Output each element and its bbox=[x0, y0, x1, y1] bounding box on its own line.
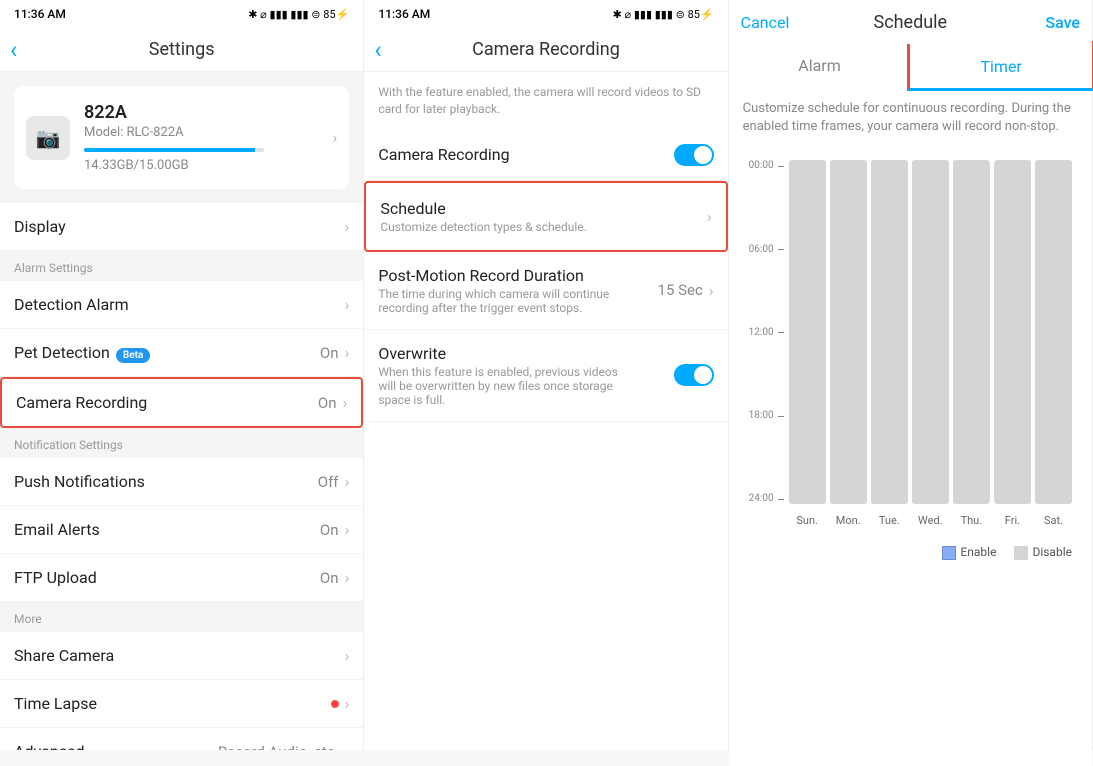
chevron-right-icon: › bbox=[345, 646, 350, 665]
status-time: 11:36 AM bbox=[378, 7, 430, 21]
col-tue[interactable] bbox=[871, 160, 908, 504]
section-notif: Notification Settings bbox=[0, 428, 363, 458]
beta-badge: Beta bbox=[116, 348, 150, 363]
camera-icon: 📷 bbox=[26, 116, 70, 160]
settings-content[interactable]: 📷 822A Model: RLC-822A 14.33GB/15.00GB ›… bbox=[0, 72, 363, 750]
back-icon[interactable]: ‹ bbox=[374, 36, 381, 64]
recording-content[interactable]: With the feature enabled, the camera wil… bbox=[364, 72, 727, 750]
row-post-motion[interactable]: Post-Motion Record Duration The time dur… bbox=[364, 252, 727, 330]
col-mon[interactable] bbox=[830, 160, 867, 504]
cancel-button[interactable]: Cancel bbox=[741, 13, 790, 32]
chevron-right-icon: › bbox=[345, 295, 350, 314]
chevron-right-icon: › bbox=[333, 128, 338, 147]
col-wed[interactable] bbox=[912, 160, 949, 504]
section-alarm: Alarm Settings bbox=[0, 251, 363, 281]
enable-swatch-icon bbox=[942, 546, 956, 560]
status-icons: ✱ ⌀ ▮▮▮ ▮▮▮ ⊜ 85⚡ bbox=[613, 8, 714, 21]
chevron-right-icon: › bbox=[345, 520, 350, 539]
header: Cancel Schedule Save bbox=[729, 0, 1092, 44]
row-camera-recording-toggle: Camera Recording bbox=[364, 130, 727, 181]
row-display[interactable]: Display › bbox=[0, 203, 363, 251]
chevron-right-icon: › bbox=[345, 217, 350, 236]
storage-bar bbox=[84, 148, 264, 152]
tabs: Alarm Timer bbox=[729, 44, 1092, 88]
row-advanced[interactable]: Advanced Record Audio, etc.› bbox=[0, 728, 363, 750]
row-schedule[interactable]: Schedule Customize detection types & sch… bbox=[364, 181, 727, 252]
chevron-right-icon: › bbox=[345, 694, 350, 713]
tab-alarm[interactable]: Alarm bbox=[729, 44, 911, 88]
chevron-right-icon: › bbox=[345, 343, 350, 362]
col-sat[interactable] bbox=[1035, 160, 1072, 504]
header: ‹ Camera Recording bbox=[364, 28, 727, 72]
row-push-notifications[interactable]: Push Notifications Off› bbox=[0, 458, 363, 506]
device-info: 822A Model: RLC-822A 14.33GB/15.00GB bbox=[84, 102, 319, 173]
schedule-screen: Cancel Schedule Save Alarm Timer Customi… bbox=[729, 0, 1093, 750]
row-detection-alarm[interactable]: Detection Alarm › bbox=[0, 281, 363, 329]
chevron-right-icon: › bbox=[345, 472, 350, 491]
save-button[interactable]: Save bbox=[1045, 13, 1080, 32]
row-share-camera[interactable]: Share Camera › bbox=[0, 632, 363, 680]
page-title: Settings bbox=[149, 39, 215, 60]
col-sun[interactable] bbox=[789, 160, 826, 504]
col-thu[interactable] bbox=[953, 160, 990, 504]
schedule-grid: 00:00 06:00 12:00 18:00 24:00 Sun. bbox=[739, 148, 1082, 574]
row-pet-detection[interactable]: Pet DetectionBeta On› bbox=[0, 329, 363, 377]
header: ‹ Settings bbox=[0, 28, 363, 72]
overwrite-toggle[interactable] bbox=[674, 364, 714, 386]
chevron-right-icon: › bbox=[709, 281, 714, 300]
day-axis: Sun. Mon. Tue. Wed. Thu. Fri. Sat. bbox=[789, 514, 1072, 527]
status-bar: 11:36 AM ✱ ⌀ ▮▮▮ ▮▮▮ ⊜ 85⚡ bbox=[0, 0, 363, 28]
section-more: More bbox=[0, 602, 363, 632]
device-name: 822A bbox=[84, 102, 319, 123]
camera-recording-screen: 11:36 AM ✱ ⌀ ▮▮▮ ▮▮▮ ⊜ 85⚡ ‹ Camera Reco… bbox=[364, 0, 728, 750]
row-ftp-upload[interactable]: FTP Upload On› bbox=[0, 554, 363, 602]
page-title: Camera Recording bbox=[472, 39, 620, 60]
storage-text: 14.33GB/15.00GB bbox=[84, 158, 319, 173]
status-bar: 11:36 AM ✱ ⌀ ▮▮▮ ▮▮▮ ⊜ 85⚡ bbox=[364, 0, 727, 28]
col-fri[interactable] bbox=[994, 160, 1031, 504]
settings-screen: 11:36 AM ✱ ⌀ ▮▮▮ ▮▮▮ ⊜ 85⚡ ‹ Settings 📷 … bbox=[0, 0, 364, 750]
status-time: 11:36 AM bbox=[14, 7, 66, 21]
legend: Enable Disable bbox=[749, 545, 1072, 560]
device-model: Model: RLC-822A bbox=[84, 125, 319, 140]
tab-timer[interactable]: Timer bbox=[907, 41, 1093, 91]
chevron-right-icon: › bbox=[345, 568, 350, 587]
camera-recording-toggle[interactable] bbox=[674, 144, 714, 166]
disable-swatch-icon bbox=[1014, 546, 1028, 560]
time-axis: 00:00 06:00 12:00 18:00 24:00 bbox=[749, 160, 774, 504]
day-columns[interactable] bbox=[789, 160, 1072, 504]
help-text: With the feature enabled, the camera wil… bbox=[364, 72, 727, 130]
chevron-right-icon: › bbox=[343, 393, 348, 412]
chevron-right-icon: › bbox=[345, 742, 350, 750]
row-time-lapse[interactable]: Time Lapse › bbox=[0, 680, 363, 728]
status-icons: ✱ ⌀ ▮▮▮ ▮▮▮ ⊜ 85⚡ bbox=[248, 8, 349, 21]
schedule-content[interactable]: Customize schedule for continuous record… bbox=[729, 88, 1092, 766]
back-icon[interactable]: ‹ bbox=[10, 36, 17, 64]
chevron-right-icon: › bbox=[707, 207, 712, 226]
row-overwrite: Overwrite When this feature is enabled, … bbox=[364, 330, 727, 422]
notification-dot-icon bbox=[331, 700, 339, 708]
page-title: Schedule bbox=[874, 12, 948, 33]
row-camera-recording[interactable]: Camera Recording On› bbox=[0, 377, 363, 428]
schedule-desc: Customize schedule for continuous record… bbox=[729, 88, 1092, 148]
row-email-alerts[interactable]: Email Alerts On› bbox=[0, 506, 363, 554]
device-card[interactable]: 📷 822A Model: RLC-822A 14.33GB/15.00GB › bbox=[14, 86, 349, 189]
